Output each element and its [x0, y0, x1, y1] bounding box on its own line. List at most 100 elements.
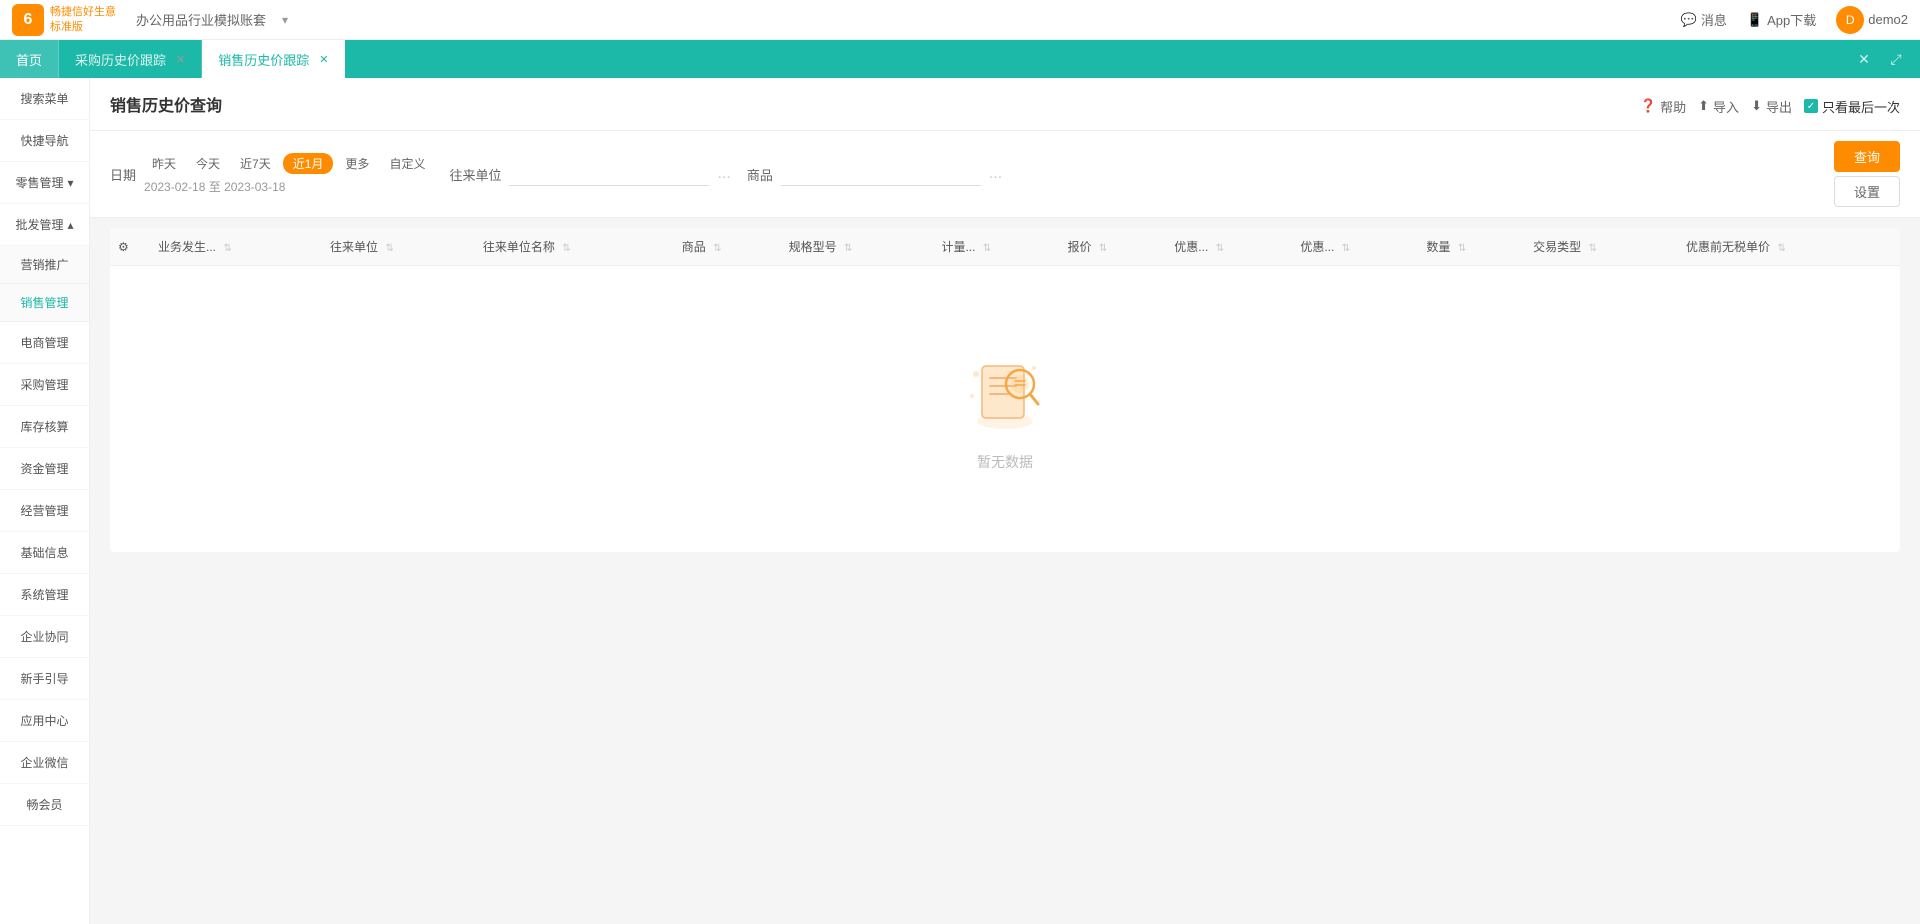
- export-icon: ⬇: [1751, 98, 1762, 114]
- date-btn-more[interactable]: 更多: [337, 153, 377, 174]
- col-settings[interactable]: ⚙: [110, 228, 150, 266]
- date-btn-custom[interactable]: 自定义: [381, 153, 433, 174]
- message-button[interactable]: 💬 消息: [1681, 10, 1727, 29]
- col-unit-label: 计量...: [941, 240, 975, 254]
- sidebar-item-ecommerce-mgmt[interactable]: 电商管理: [0, 322, 89, 364]
- date-label: 日期: [110, 165, 136, 184]
- col-discount2[interactable]: 优惠... ⇅: [1292, 228, 1418, 266]
- show-last-checkbox[interactable]: ✓: [1804, 99, 1818, 113]
- counterpart-dots[interactable]: ...: [717, 165, 730, 183]
- col-discount1[interactable]: 优惠... ⇅: [1166, 228, 1292, 266]
- sidebar-item-system-mgmt[interactable]: 系统管理: [0, 574, 89, 616]
- col-pretax-price[interactable]: 优惠前无税单价 ⇅: [1678, 228, 1900, 266]
- sidebar-item-inventory[interactable]: 库存核算: [0, 406, 89, 448]
- tab-bar-actions: ✕ ⤢: [1852, 47, 1920, 71]
- date-btn-1month[interactable]: 近1月: [283, 153, 334, 174]
- col-spec-label: 规格型号: [789, 240, 837, 254]
- col-business-date-label: 业务发生...: [158, 240, 216, 254]
- sidebar-item-label: 营销推广: [20, 258, 68, 272]
- sidebar-item-finance-mgmt[interactable]: 资金管理: [0, 448, 89, 490]
- sidebar-item-sales-mgmt[interactable]: 销售管理: [0, 284, 89, 322]
- column-settings-icon[interactable]: ⚙: [118, 240, 129, 254]
- col-business-date[interactable]: 业务发生... ⇅: [150, 228, 322, 266]
- page-selector[interactable]: 办公用品行业模拟账套: [136, 10, 266, 29]
- sidebar-item-label: 企业协同: [20, 630, 68, 644]
- date-btn-7days[interactable]: 近7天: [232, 153, 279, 174]
- sort-icon-pretax-price: ⇅: [1777, 243, 1785, 254]
- counterpart-input[interactable]: [509, 162, 709, 186]
- date-btn-yesterday[interactable]: 昨天: [144, 153, 184, 174]
- sidebar-item-member[interactable]: 畅会员: [0, 784, 89, 826]
- col-spec[interactable]: 规格型号 ⇅: [781, 228, 934, 266]
- col-goods[interactable]: 商品 ⇅: [674, 228, 781, 266]
- sidebar-item-purchase-mgmt[interactable]: 采购管理: [0, 364, 89, 406]
- page-title: 销售历史价查询: [110, 92, 222, 116]
- sidebar-item-marketing[interactable]: 营销推广: [0, 246, 89, 284]
- sidebar-item-search-menu[interactable]: 搜索菜单: [0, 78, 89, 120]
- counterpart-label: 往来单位: [449, 165, 501, 184]
- query-button[interactable]: 查询: [1834, 141, 1900, 172]
- table-header-row: ⚙ 业务发生... ⇅ 往来单位 ⇅ 往来单位名称 ⇅: [110, 228, 1900, 266]
- top-bar: 6 畅捷信好生意 标准版 办公用品行业模拟账套 ▾ 💬 消息 📱 App下载 D…: [0, 0, 1920, 40]
- import-icon: ⬆: [1698, 98, 1709, 114]
- sort-icon-goods: ⇅: [713, 243, 721, 254]
- home-tab-label: 首页: [16, 50, 42, 69]
- sidebar-item-label: 应用中心: [20, 714, 68, 728]
- goods-input[interactable]: [781, 162, 981, 186]
- sidebar-item-label: 批发管理: [15, 216, 63, 233]
- sales-history-close-icon[interactable]: ✕: [319, 53, 328, 66]
- maximize-tab-button[interactable]: ⤢: [1884, 47, 1908, 71]
- sidebar-item-basic-info[interactable]: 基础信息: [0, 532, 89, 574]
- page-header: 销售历史价查询 ❓ 帮助 ⬆ 导入 ⬇ 导出 ✓: [90, 78, 1920, 131]
- page-selector-chevron[interactable]: ▾: [282, 13, 288, 27]
- show-last-checkbox-label[interactable]: ✓ 只看最后一次: [1804, 97, 1900, 116]
- sidebar-item-enterprise-wechat[interactable]: 企业微信: [0, 742, 89, 784]
- sidebar-item-enterprise[interactable]: 企业协同: [0, 616, 89, 658]
- date-buttons: 昨天 今天 近7天 近1月 更多 自定义: [144, 153, 433, 174]
- goods-dots[interactable]: ...: [989, 165, 1002, 183]
- sidebar-item-app-center[interactable]: 应用中心: [0, 700, 89, 742]
- col-quote[interactable]: 报价 ⇅: [1059, 228, 1166, 266]
- avatar: D: [1836, 6, 1864, 34]
- data-table: ⚙ 业务发生... ⇅ 往来单位 ⇅ 往来单位名称 ⇅: [110, 228, 1900, 552]
- sidebar-item-label: 畅会员: [26, 798, 62, 812]
- date-btn-today[interactable]: 今天: [188, 153, 228, 174]
- col-counterpart-name[interactable]: 往来单位名称 ⇅: [475, 228, 674, 266]
- sort-icon-counterpart-code: ⇅: [385, 243, 393, 254]
- sidebar-item-retail-mgmt[interactable]: 零售管理 ▾: [0, 162, 89, 204]
- col-counterpart-code[interactable]: 往来单位 ⇅: [322, 228, 475, 266]
- export-button[interactable]: ⬇ 导出: [1751, 97, 1792, 116]
- sidebar-item-wholesale-mgmt[interactable]: 批发管理 ▴: [0, 204, 89, 246]
- help-button[interactable]: ❓ 帮助: [1640, 97, 1686, 116]
- col-quantity[interactable]: 数量 ⇅: [1418, 228, 1525, 266]
- purchase-history-close-icon[interactable]: ✕: [176, 53, 185, 66]
- sidebar-item-newbie[interactable]: 新手引导: [0, 658, 89, 700]
- close-tab-button[interactable]: ✕: [1852, 47, 1876, 71]
- empty-state-row: 暂无数据: [110, 266, 1900, 553]
- sort-icon-quote: ⇅: [1099, 243, 1107, 254]
- query-settings: 查询 设置: [1834, 141, 1900, 207]
- date-range-display: 2023-02-18 至 2023-03-18: [144, 178, 433, 195]
- table-container: ⚙ 业务发生... ⇅ 往来单位 ⇅ 往来单位名称 ⇅: [90, 228, 1920, 924]
- sidebar-submenu-wholesale: 营销推广 销售管理: [0, 246, 89, 322]
- empty-text: 暂无数据: [977, 452, 1033, 472]
- app-download-button[interactable]: 📱 App下载: [1747, 10, 1816, 29]
- sales-history-tab-label: 销售历史价跟踪: [218, 50, 309, 69]
- sidebar-item-label: 电商管理: [20, 336, 68, 350]
- import-button[interactable]: ⬆ 导入: [1698, 97, 1739, 116]
- sort-icon-unit: ⇅: [983, 243, 991, 254]
- sort-icon-quantity: ⇅: [1458, 243, 1466, 254]
- tab-purchase-history[interactable]: 采购历史价跟踪 ✕: [59, 40, 202, 78]
- main-layout: 搜索菜单 快捷导航 零售管理 ▾ 批发管理 ▴ 营销推广 销售管理 电商管理 采…: [0, 78, 1920, 924]
- user-menu[interactable]: D demo2: [1836, 6, 1908, 34]
- tab-home[interactable]: 首页: [0, 40, 59, 78]
- purchase-history-tab-label: 采购历史价跟踪: [75, 50, 166, 69]
- sidebar-item-ops-mgmt[interactable]: 经营管理: [0, 490, 89, 532]
- sidebar-item-quick-nav[interactable]: 快捷导航: [0, 120, 89, 162]
- settings-button[interactable]: 设置: [1834, 176, 1900, 207]
- chevron-down-icon: ▾: [67, 176, 73, 190]
- tab-sales-history[interactable]: 销售历史价跟踪 ✕: [202, 40, 345, 78]
- col-quantity-label: 数量: [1426, 240, 1450, 254]
- col-trade-type[interactable]: 交易类型 ⇅: [1525, 228, 1678, 266]
- col-unit[interactable]: 计量... ⇅: [933, 228, 1059, 266]
